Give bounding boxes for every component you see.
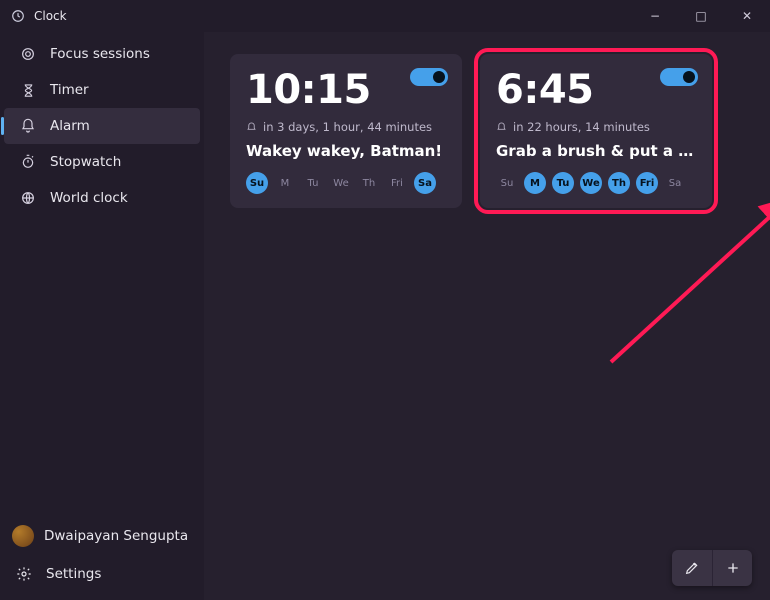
day-toggle[interactable]: M — [524, 172, 546, 194]
alarm-label: Wakey wakey, Batman! — [246, 142, 446, 160]
day-toggle[interactable]: Fri — [386, 172, 408, 194]
alarm-label: Grab a brush & put a li'l... — [496, 142, 696, 160]
gear-icon — [14, 566, 34, 582]
main-content: 10:15 in 3 days, 1 hour, 44 minutes Wake… — [204, 32, 770, 600]
titlebar: Clock − □ ✕ — [0, 0, 770, 32]
close-button[interactable]: ✕ — [724, 0, 770, 32]
sidebar-item-stopwatch[interactable]: Stopwatch — [4, 144, 200, 180]
stopwatch-icon — [18, 154, 38, 170]
add-button[interactable] — [712, 550, 752, 586]
alarm-list: 10:15 in 3 days, 1 hour, 44 minutes Wake… — [230, 54, 744, 208]
day-toggle[interactable]: Tu — [552, 172, 574, 194]
alarm-days: Su M Tu We Th Fri Sa — [246, 172, 446, 194]
bell-icon — [18, 118, 38, 134]
sidebar-item-label: Timer — [50, 82, 89, 98]
day-toggle[interactable]: Su — [496, 172, 518, 194]
alarm-toggle[interactable] — [410, 68, 448, 86]
alarm-hint: in 3 days, 1 hour, 44 minutes — [263, 120, 432, 134]
app-title: Clock — [34, 9, 67, 23]
avatar — [12, 525, 34, 547]
edit-button[interactable] — [672, 550, 712, 586]
hourglass-icon — [18, 83, 38, 98]
day-toggle[interactable]: We — [330, 172, 352, 194]
user-name: Dwaipayan Sengupta — [44, 528, 188, 544]
globe-icon — [18, 190, 38, 206]
day-toggle[interactable]: We — [580, 172, 602, 194]
alarm-days: Su M Tu We Th Fri Sa — [496, 172, 696, 194]
minimize-button[interactable]: − — [632, 0, 678, 32]
alarm-toggle[interactable] — [660, 68, 698, 86]
day-toggle[interactable]: Tu — [302, 172, 324, 194]
day-toggle[interactable]: M — [274, 172, 296, 194]
day-toggle[interactable]: Su — [246, 172, 268, 194]
day-toggle[interactable]: Th — [358, 172, 380, 194]
sidebar-item-timer[interactable]: Timer — [4, 72, 200, 108]
sidebar-item-label: World clock — [50, 190, 128, 206]
sidebar-item-alarm[interactable]: Alarm — [4, 108, 200, 144]
bell-small-icon — [496, 122, 507, 133]
sidebar-item-focus-sessions[interactable]: Focus sessions — [4, 36, 200, 72]
sidebar-item-label: Stopwatch — [50, 154, 121, 170]
target-icon — [18, 46, 38, 62]
bell-small-icon — [246, 122, 257, 133]
nav: Focus sessions Timer Alarm Stopwatch — [0, 36, 204, 516]
user-account[interactable]: Dwaipayan Sengupta — [0, 516, 204, 556]
sidebar-item-label: Focus sessions — [50, 46, 150, 62]
app-icon — [10, 8, 26, 24]
alarm-card[interactable]: 6:45 in 22 hours, 14 minutes Grab a brus… — [480, 54, 712, 208]
fab-bar — [672, 550, 752, 586]
day-toggle[interactable]: Fri — [636, 172, 658, 194]
sidebar: Focus sessions Timer Alarm Stopwatch — [0, 32, 204, 600]
settings-label: Settings — [46, 566, 101, 582]
alarm-hint: in 22 hours, 14 minutes — [513, 120, 650, 134]
day-toggle[interactable]: Sa — [414, 172, 436, 194]
sidebar-item-settings[interactable]: Settings — [0, 556, 204, 592]
sidebar-item-world-clock[interactable]: World clock — [4, 180, 200, 216]
day-toggle[interactable]: Th — [608, 172, 630, 194]
sidebar-item-label: Alarm — [50, 118, 90, 134]
maximize-button[interactable]: □ — [678, 0, 724, 32]
day-toggle[interactable]: Sa — [664, 172, 686, 194]
alarm-card[interactable]: 10:15 in 3 days, 1 hour, 44 minutes Wake… — [230, 54, 462, 208]
